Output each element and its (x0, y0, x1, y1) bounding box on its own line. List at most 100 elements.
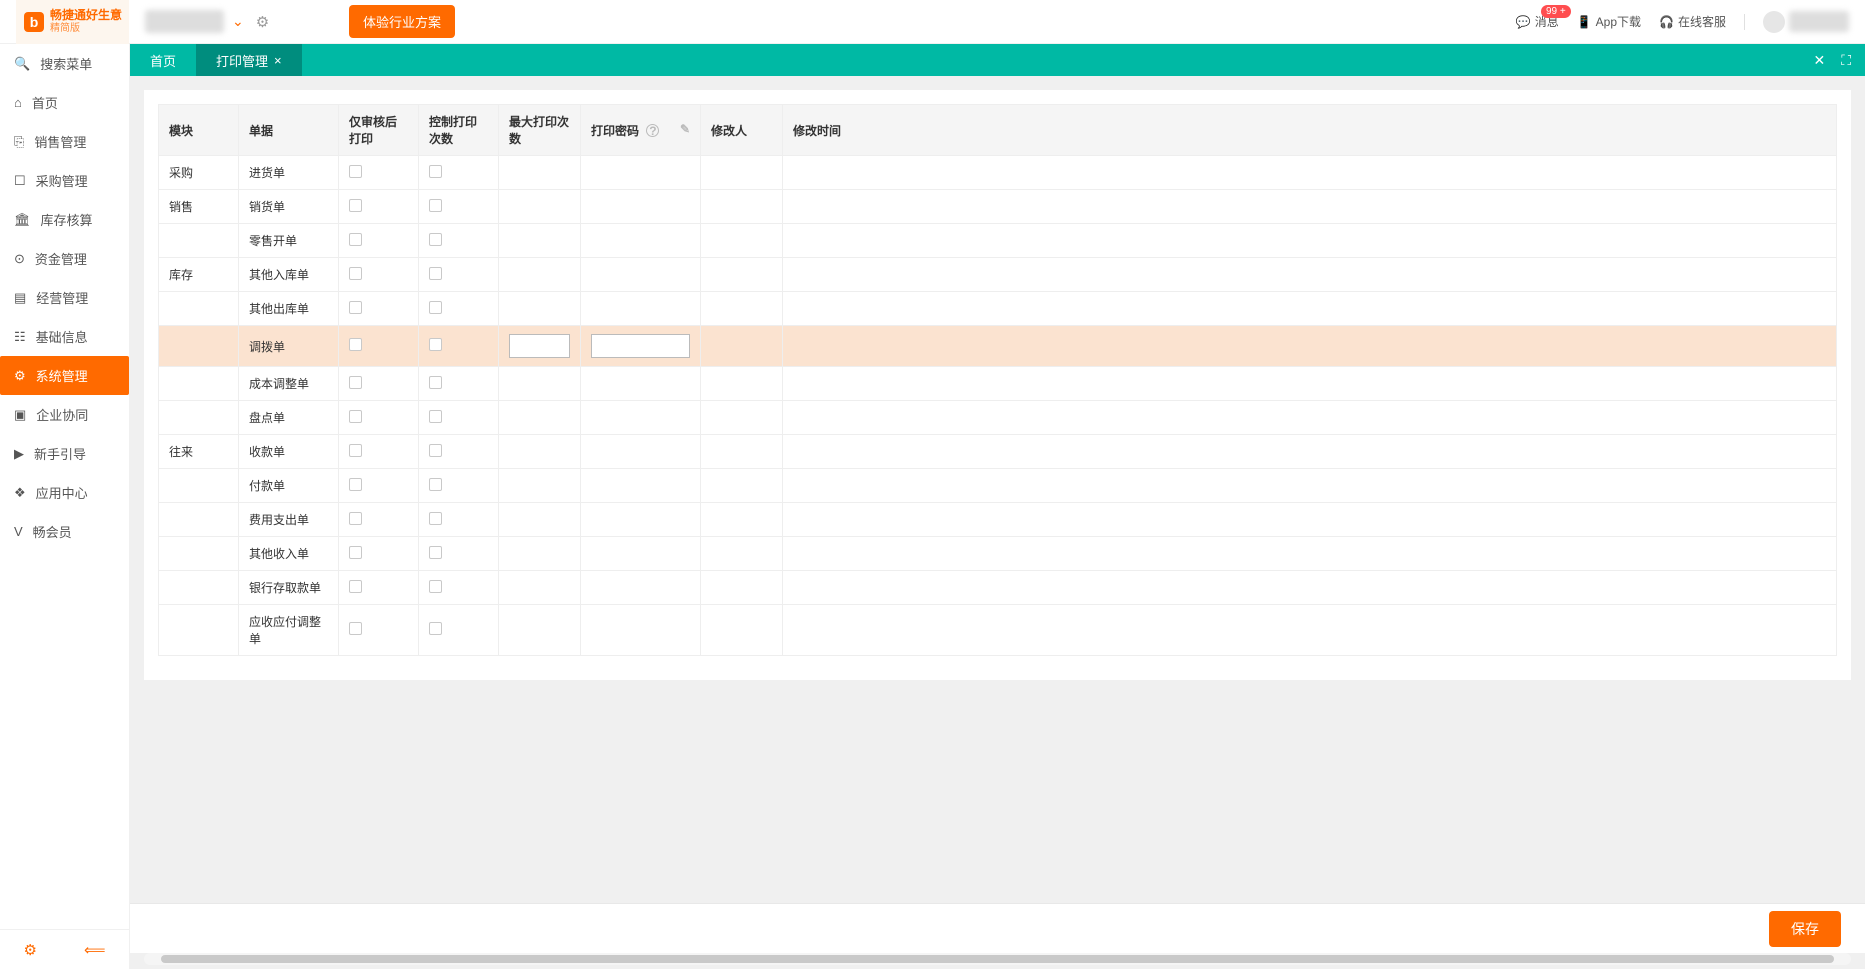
horizontal-scrollbar[interactable] (144, 953, 1851, 965)
scrollbar-thumb[interactable] (161, 955, 1834, 963)
max-count-input[interactable] (509, 334, 570, 358)
sidebar-item-应用中心[interactable]: ❖应用中心 (0, 473, 129, 512)
tab-print-management[interactable]: 打印管理 × (196, 44, 302, 76)
checkbox[interactable] (429, 546, 442, 559)
cell-modifier (701, 224, 783, 258)
sidebar-item-基础信息[interactable]: ☷基础信息 (0, 317, 129, 356)
sidebar-item-首页[interactable]: ⌂首页 (0, 83, 129, 122)
cell-max-count (499, 401, 581, 435)
brand-logo[interactable]: b 畅捷通好生意 精简版 (16, 0, 129, 44)
cell-modifier (701, 469, 783, 503)
headset-icon: 🎧 (1659, 15, 1674, 29)
user-menu[interactable]: 用户 (1763, 11, 1849, 33)
checkbox[interactable] (349, 410, 362, 423)
checkbox[interactable] (349, 580, 362, 593)
cell-print-pwd (581, 503, 701, 537)
cell-audit-only (339, 435, 419, 469)
table-row[interactable]: 零售开单 (159, 224, 1837, 258)
sidebar-item-库存核算[interactable]: 🏛库存核算 (0, 200, 129, 239)
cell-mod-time (783, 224, 1837, 258)
table-row[interactable]: 调拨单 (159, 326, 1837, 367)
sidebar-item-icon: ❖ (14, 485, 26, 501)
cell-modifier (701, 503, 783, 537)
cell-mod-time (783, 503, 1837, 537)
table-row[interactable]: 销售销货单 (159, 190, 1837, 224)
col-mod-time: 修改时间 (783, 105, 1837, 156)
checkbox[interactable] (349, 338, 362, 351)
sidebar-item-icon: ▣ (14, 407, 26, 423)
checkbox[interactable] (349, 512, 362, 525)
table-row[interactable]: 往来收款单 (159, 435, 1837, 469)
table-row[interactable]: 银行存取款单 (159, 571, 1837, 605)
close-icon[interactable]: × (274, 53, 282, 68)
edit-icon[interactable]: ✎ (680, 122, 690, 136)
industry-plan-button[interactable]: 体验行业方案 (349, 5, 455, 38)
close-all-icon[interactable]: ✕ (1813, 52, 1825, 69)
table-row[interactable]: 采购进货单 (159, 156, 1837, 190)
cell-module (159, 224, 239, 258)
table-row[interactable]: 费用支出单 (159, 503, 1837, 537)
customer-service-link[interactable]: 🎧 在线客服 (1659, 13, 1726, 30)
sidebar-item-资金管理[interactable]: ⊙资金管理 (0, 239, 129, 278)
cell-audit-only (339, 571, 419, 605)
gear-icon[interactable]: ⚙ (256, 13, 269, 31)
company-name-hidden: 公司名 (145, 10, 224, 33)
save-button[interactable]: 保存 (1769, 911, 1841, 947)
checkbox[interactable] (429, 233, 442, 246)
checkbox[interactable] (429, 512, 442, 525)
checkbox[interactable] (349, 233, 362, 246)
help-icon[interactable]: ? (646, 124, 659, 137)
sidebar-item-系统管理[interactable]: ⚙系统管理 (0, 356, 129, 395)
messages-link[interactable]: 💬 消息 99 + (1516, 13, 1559, 30)
checkbox[interactable] (349, 376, 362, 389)
print-pwd-input[interactable] (591, 334, 690, 358)
checkbox[interactable] (349, 301, 362, 314)
checkbox[interactable] (429, 478, 442, 491)
checkbox[interactable] (349, 199, 362, 212)
table-row[interactable]: 其他出库单 (159, 292, 1837, 326)
checkbox[interactable] (429, 580, 442, 593)
sidebar-item-新手引导[interactable]: ▶新手引导 (0, 434, 129, 473)
cell-max-count (499, 156, 581, 190)
table-row[interactable]: 其他收入单 (159, 537, 1837, 571)
sidebar-item-label: 经营管理 (36, 288, 88, 307)
checkbox[interactable] (429, 165, 442, 178)
checkbox[interactable] (429, 301, 442, 314)
checkbox[interactable] (429, 267, 442, 280)
company-selector[interactable]: 公司名 ⌄ ⚙ (145, 10, 335, 33)
collapse-icon[interactable]: ⟸ (84, 941, 106, 959)
sidebar-item-经营管理[interactable]: ▤经营管理 (0, 278, 129, 317)
checkbox[interactable] (349, 622, 362, 635)
table-row[interactable]: 库存其他入库单 (159, 258, 1837, 292)
tab-home[interactable]: 首页 (130, 44, 196, 76)
sidebar-item-销售管理[interactable]: ⎘销售管理 (0, 122, 129, 161)
table-row[interactable]: 付款单 (159, 469, 1837, 503)
cell-max-count (499, 367, 581, 401)
sidebar-item-label: 畅会员 (33, 522, 72, 541)
checkbox[interactable] (349, 165, 362, 178)
cell-audit-only (339, 190, 419, 224)
checkbox[interactable] (429, 199, 442, 212)
table-row[interactable]: 盘点单 (159, 401, 1837, 435)
checkbox[interactable] (429, 622, 442, 635)
fullscreen-icon[interactable]: ⛶ (1841, 52, 1851, 69)
settings-icon[interactable]: ⚙ (24, 941, 37, 959)
cell-modifier (701, 605, 783, 656)
sidebar-item-搜索菜单[interactable]: 🔍搜索菜单 (0, 44, 129, 83)
checkbox[interactable] (429, 338, 442, 351)
table-row[interactable]: 应收应付调整单 (159, 605, 1837, 656)
sidebar-item-企业协同[interactable]: ▣企业协同 (0, 395, 129, 434)
cell-print-pwd (581, 258, 701, 292)
sidebar-item-畅会员[interactable]: V畅会员 (0, 512, 129, 551)
checkbox[interactable] (429, 410, 442, 423)
sidebar-item-采购管理[interactable]: ☐采购管理 (0, 161, 129, 200)
table-row[interactable]: 成本调整单 (159, 367, 1837, 401)
checkbox[interactable] (429, 444, 442, 457)
checkbox[interactable] (349, 546, 362, 559)
checkbox[interactable] (349, 267, 362, 280)
checkbox[interactable] (349, 478, 362, 491)
checkbox[interactable] (429, 376, 442, 389)
checkbox[interactable] (349, 444, 362, 457)
footer-bar: 保存 (130, 903, 1865, 953)
app-download-link[interactable]: 📱 App下载 (1577, 13, 1641, 30)
